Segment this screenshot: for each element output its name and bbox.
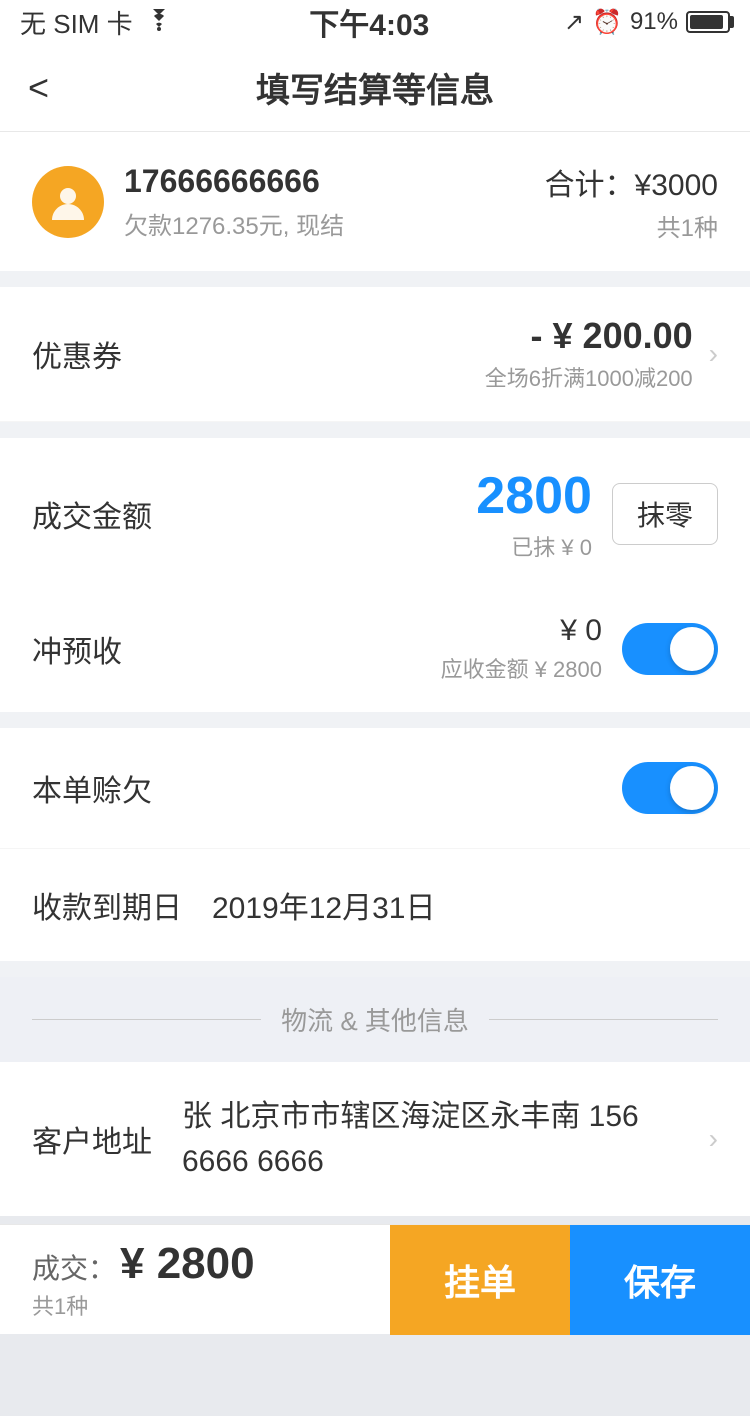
bottom-amount: ¥ 2800 (120, 1239, 255, 1289)
duedate-value: 2019年12月31日 (212, 883, 435, 927)
status-bar: 无 SIM 卡 下午4:03 ↗ ⏰ 91% (0, 0, 750, 44)
deal-amount-sub: 已抹 ¥ 0 (476, 530, 592, 562)
battery-percent: 91% (630, 8, 678, 36)
deal-amount-label: 成交金额 (32, 492, 152, 536)
address-chevron-icon: › (709, 1123, 718, 1155)
time-display: 下午4:03 (309, 0, 429, 44)
address-label: 客户地址 (32, 1117, 152, 1161)
arrears-toggle-knob (670, 766, 714, 810)
customer-phone: 17666666666 (124, 163, 344, 200)
prepay-right: ¥ 0 应收金额 ¥ 2800 (441, 614, 718, 684)
customer-info: 17666666666 欠款1276.35元, 现结 (124, 163, 344, 241)
page-title: 填写结算等信息 (256, 63, 494, 112)
arrears-row: 本单赊欠 (0, 728, 750, 848)
bottom-summary: 成交： ¥ 2800 共1种 (0, 1239, 390, 1321)
avatar (32, 166, 104, 238)
amount-section: 成交金额 2800 已抹 ¥ 0 抹零 冲预收 ¥ 0 应收金额 ¥ 2800 (0, 438, 750, 712)
toggle-knob (670, 627, 714, 671)
logistics-divider: 物流 & 其他信息 (0, 977, 750, 1062)
nav-bar: < 填写结算等信息 (0, 44, 750, 132)
battery-icon (686, 11, 730, 33)
coupon-row[interactable]: 优惠券 - ¥ 200.00 全场6折满1000减200 › (0, 287, 750, 422)
bottom-deal-label: 成交： (32, 1247, 116, 1287)
logistics-divider-text: 物流 & 其他信息 (281, 1001, 469, 1038)
customer-card: 17666666666 欠款1276.35元, 现结 合计：¥3000 共1种 (0, 132, 750, 271)
coupon-label: 优惠券 (32, 332, 122, 376)
prepay-row: 冲预收 ¥ 0 应收金额 ¥ 2800 (0, 590, 750, 712)
deal-amount-values: 2800 已抹 ¥ 0 (476, 466, 592, 562)
duedate-label: 收款到期日 (32, 883, 182, 927)
wifi-icon (143, 7, 175, 38)
round-button[interactable]: 抹零 (612, 483, 718, 545)
location-icon: ↗ (564, 8, 584, 37)
alarm-icon: ⏰ (592, 8, 622, 37)
arrears-section: 本单赊欠 收款到期日 2019年12月31日 (0, 728, 750, 961)
prepay-label: 冲预收 (32, 627, 122, 671)
total-count: 共1种 (545, 208, 718, 243)
carrier-text: 无 SIM 卡 (20, 4, 133, 41)
prepay-sub-value: 应收金额 ¥ 2800 (441, 652, 602, 684)
arrears-toggle[interactable] (622, 762, 718, 814)
customer-left: 17666666666 欠款1276.35元, 现结 (32, 163, 344, 241)
address-row[interactable]: 客户地址 张 北京市市辖区海淀区永丰南 156 6666 6666 › (0, 1062, 750, 1216)
hang-button[interactable]: 挂单 (390, 1225, 570, 1335)
coupon-amount: - ¥ 200.00 (485, 315, 693, 357)
status-left: 无 SIM 卡 (20, 4, 175, 41)
save-button[interactable]: 保存 (570, 1225, 750, 1335)
chevron-right-icon: › (709, 338, 718, 370)
back-button[interactable]: < (28, 67, 49, 109)
deal-amount-row: 成交金额 2800 已抹 ¥ 0 抹零 (0, 438, 750, 590)
arrears-label: 本单赊欠 (32, 766, 152, 810)
coupon-right: - ¥ 200.00 全场6折满1000减200 › (485, 315, 718, 393)
deal-amount-right: 2800 已抹 ¥ 0 抹零 (476, 466, 718, 562)
customer-totals: 合计：¥3000 共1种 (545, 160, 718, 243)
address-value: 张 北京市市辖区海淀区永丰南 156 6666 6666 (182, 1094, 709, 1184)
prepay-values: ¥ 0 应收金额 ¥ 2800 (441, 614, 602, 684)
divider-line-left (32, 1019, 261, 1020)
total-amount: 合计：¥3000 (545, 160, 718, 204)
deal-amount-value: 2800 (476, 466, 592, 526)
customer-debt: 欠款1276.35元, 现结 (124, 206, 344, 241)
prepay-toggle[interactable] (622, 623, 718, 675)
prepay-main-value: ¥ 0 (441, 614, 602, 648)
bottom-bar: 成交： ¥ 2800 共1种 挂单 保存 (0, 1224, 750, 1334)
status-right: ↗ ⏰ 91% (564, 8, 730, 37)
bottom-count: 共1种 (32, 1289, 358, 1321)
duedate-row: 收款到期日 2019年12月31日 (0, 848, 750, 961)
divider-line-right (489, 1019, 718, 1020)
coupon-description: 全场6折满1000减200 (485, 361, 693, 393)
